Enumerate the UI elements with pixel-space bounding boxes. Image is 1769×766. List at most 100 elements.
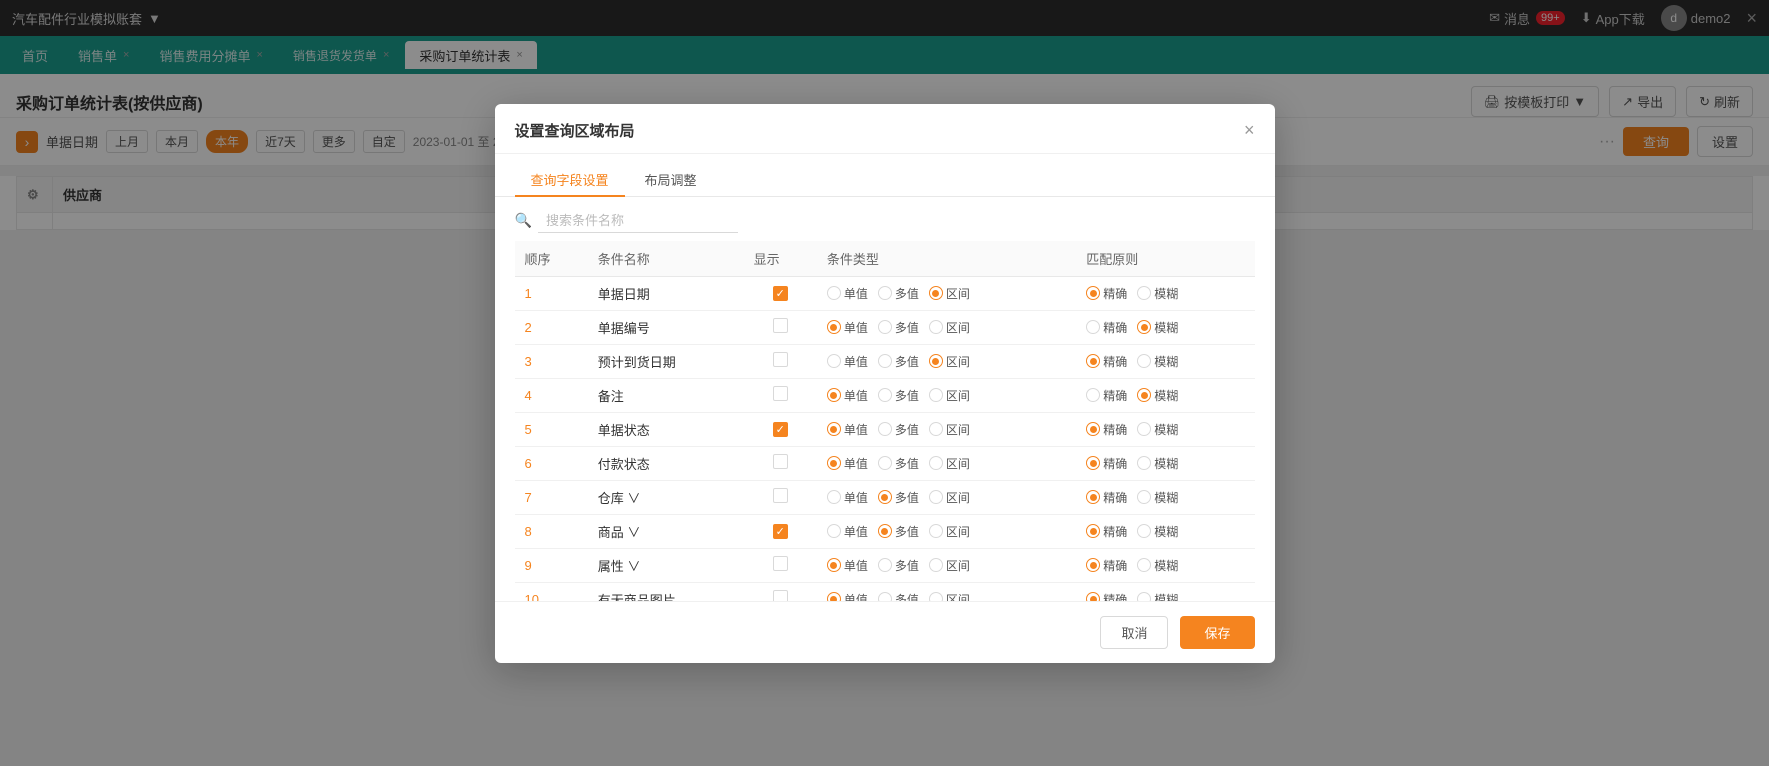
display-checkbox-3[interactable] bbox=[773, 386, 788, 401]
row-display-9[interactable] bbox=[744, 582, 817, 601]
row-seq-3: 4 bbox=[515, 378, 588, 412]
type-radio-6-2[interactable]: 区间 bbox=[929, 489, 970, 506]
type-radio-3-1[interactable]: 多值 bbox=[878, 387, 919, 404]
type-radio-5-2[interactable]: 区间 bbox=[929, 455, 970, 472]
type-radio-circle-4-0 bbox=[827, 422, 841, 436]
dialog-close-btn[interactable]: × bbox=[1244, 121, 1255, 139]
match-radio-0-1[interactable]: 模糊 bbox=[1137, 285, 1178, 302]
type-radio-4-2[interactable]: 区间 bbox=[929, 421, 970, 438]
type-radio-3-2[interactable]: 区间 bbox=[929, 387, 970, 404]
seq-num-6: 7 bbox=[525, 490, 532, 505]
type-radio-label-6-0: 单值 bbox=[844, 489, 868, 506]
match-radio-label-7-1: 模糊 bbox=[1154, 523, 1178, 540]
dialog-tab-fields[interactable]: 查询字段设置 bbox=[515, 164, 625, 197]
row-display-1[interactable] bbox=[744, 310, 817, 344]
match-radio-8-0[interactable]: 精确 bbox=[1086, 557, 1127, 574]
dialog-table-row: 3预计到货日期单值多值区间精确模糊 bbox=[515, 344, 1255, 378]
display-checkbox-0[interactable] bbox=[773, 286, 788, 301]
row-match-0: 精确模糊 bbox=[1076, 276, 1254, 310]
match-radio-label-1-1: 模糊 bbox=[1154, 319, 1178, 336]
cancel-btn[interactable]: 取消 bbox=[1100, 616, 1168, 649]
type-radio-label-7-0: 单值 bbox=[844, 523, 868, 540]
dialog-tab-layout[interactable]: 布局调整 bbox=[629, 164, 713, 197]
match-radio-5-0[interactable]: 精确 bbox=[1086, 455, 1127, 472]
display-checkbox-2[interactable] bbox=[773, 352, 788, 367]
display-checkbox-1[interactable] bbox=[773, 318, 788, 333]
type-radio-8-1[interactable]: 多值 bbox=[878, 557, 919, 574]
type-radio-0-0[interactable]: 单值 bbox=[827, 285, 868, 302]
match-radio-label-5-0: 精确 bbox=[1103, 455, 1127, 472]
row-display-5[interactable] bbox=[744, 446, 817, 480]
match-radio-3-1[interactable]: 模糊 bbox=[1137, 387, 1178, 404]
type-radio-9-1[interactable]: 多值 bbox=[878, 591, 919, 601]
seq-num-4: 5 bbox=[525, 422, 532, 437]
type-radio-8-2[interactable]: 区间 bbox=[929, 557, 970, 574]
display-checkbox-6[interactable] bbox=[773, 488, 788, 503]
type-radio-9-0[interactable]: 单值 bbox=[827, 591, 868, 601]
match-radio-4-0[interactable]: 精确 bbox=[1086, 421, 1127, 438]
display-checkbox-5[interactable] bbox=[773, 454, 788, 469]
row-display-2[interactable] bbox=[744, 344, 817, 378]
match-radio-7-0[interactable]: 精确 bbox=[1086, 523, 1127, 540]
type-radio-6-1[interactable]: 多值 bbox=[878, 489, 919, 506]
type-radio-0-2[interactable]: 区间 bbox=[929, 285, 970, 302]
match-radio-4-1[interactable]: 模糊 bbox=[1137, 421, 1178, 438]
type-radio-circle-9-2 bbox=[929, 592, 943, 601]
match-radio-1-1[interactable]: 模糊 bbox=[1137, 319, 1178, 336]
row-display-4[interactable] bbox=[744, 412, 817, 446]
type-radio-1-1[interactable]: 多值 bbox=[878, 319, 919, 336]
type-radio-circle-5-2 bbox=[929, 456, 943, 470]
match-radio-2-0[interactable]: 精确 bbox=[1086, 353, 1127, 370]
type-radio-1-0[interactable]: 单值 bbox=[827, 319, 868, 336]
row-display-0[interactable] bbox=[744, 276, 817, 310]
match-radio-circle-1-0 bbox=[1086, 320, 1100, 334]
match-radio-8-1[interactable]: 模糊 bbox=[1137, 557, 1178, 574]
type-radio-3-0[interactable]: 单值 bbox=[827, 387, 868, 404]
row-display-6[interactable] bbox=[744, 480, 817, 514]
save-btn[interactable]: 保存 bbox=[1180, 616, 1254, 649]
type-radio-2-0[interactable]: 单值 bbox=[827, 353, 868, 370]
match-radio-9-1[interactable]: 模糊 bbox=[1137, 591, 1178, 601]
type-radio-1-2[interactable]: 区间 bbox=[929, 319, 970, 336]
match-radio-3-0[interactable]: 精确 bbox=[1086, 387, 1127, 404]
dialog-search-area: 🔍 bbox=[495, 197, 1275, 241]
type-radio-2-1[interactable]: 多值 bbox=[878, 353, 919, 370]
type-radio-6-0[interactable]: 单值 bbox=[827, 489, 868, 506]
display-checkbox-4[interactable] bbox=[773, 422, 788, 437]
match-radio-7-1[interactable]: 模糊 bbox=[1137, 523, 1178, 540]
row-match-7: 精确 模糊 bbox=[1076, 514, 1254, 548]
type-radio-7-0[interactable]: 单值 bbox=[827, 523, 868, 540]
type-radio-8-0[interactable]: 单值 bbox=[827, 557, 868, 574]
type-radio-4-0[interactable]: 单值 bbox=[827, 421, 868, 438]
type-radio-circle-6-1 bbox=[878, 490, 892, 504]
display-checkbox-8[interactable] bbox=[773, 556, 788, 571]
match-radio-6-1[interactable]: 模糊 bbox=[1137, 489, 1178, 506]
match-radio-0-0[interactable]: 精确 bbox=[1086, 285, 1127, 302]
type-radio-9-2[interactable]: 区间 bbox=[929, 591, 970, 601]
dialog: 设置查询区域布局 × 查询字段设置 布局调整 🔍 顺序 条件名称 显示 条件类型 bbox=[495, 104, 1275, 663]
match-radio-5-1[interactable]: 模糊 bbox=[1137, 455, 1178, 472]
match-radio-9-0[interactable]: 精确 bbox=[1086, 591, 1127, 601]
row-display-7[interactable] bbox=[744, 514, 817, 548]
display-checkbox-9[interactable] bbox=[773, 590, 788, 601]
match-radio-label-8-0: 精确 bbox=[1103, 557, 1127, 574]
match-radio-label-3-0: 精确 bbox=[1103, 387, 1127, 404]
row-seq-7: 8 bbox=[515, 514, 588, 548]
type-radio-0-1[interactable]: 多值 bbox=[878, 285, 919, 302]
type-radio-label-0-0: 单值 bbox=[844, 285, 868, 302]
type-radio-5-0[interactable]: 单值 bbox=[827, 455, 868, 472]
row-display-3[interactable] bbox=[744, 378, 817, 412]
type-radio-2-2[interactable]: 区间 bbox=[929, 353, 970, 370]
match-radio-1-0[interactable]: 精确 bbox=[1086, 319, 1127, 336]
type-radio-5-1[interactable]: 多值 bbox=[878, 455, 919, 472]
type-radio-circle-9-0 bbox=[827, 592, 841, 601]
type-radio-4-1[interactable]: 多值 bbox=[878, 421, 919, 438]
type-radio-7-1[interactable]: 多值 bbox=[878, 523, 919, 540]
row-display-8[interactable] bbox=[744, 548, 817, 582]
dialog-search-input[interactable] bbox=[538, 209, 738, 233]
row-name-4: 单据状态 bbox=[588, 412, 744, 446]
match-radio-6-0[interactable]: 精确 bbox=[1086, 489, 1127, 506]
display-checkbox-7[interactable] bbox=[773, 524, 788, 539]
type-radio-7-2[interactable]: 区间 bbox=[929, 523, 970, 540]
match-radio-2-1[interactable]: 模糊 bbox=[1137, 353, 1178, 370]
